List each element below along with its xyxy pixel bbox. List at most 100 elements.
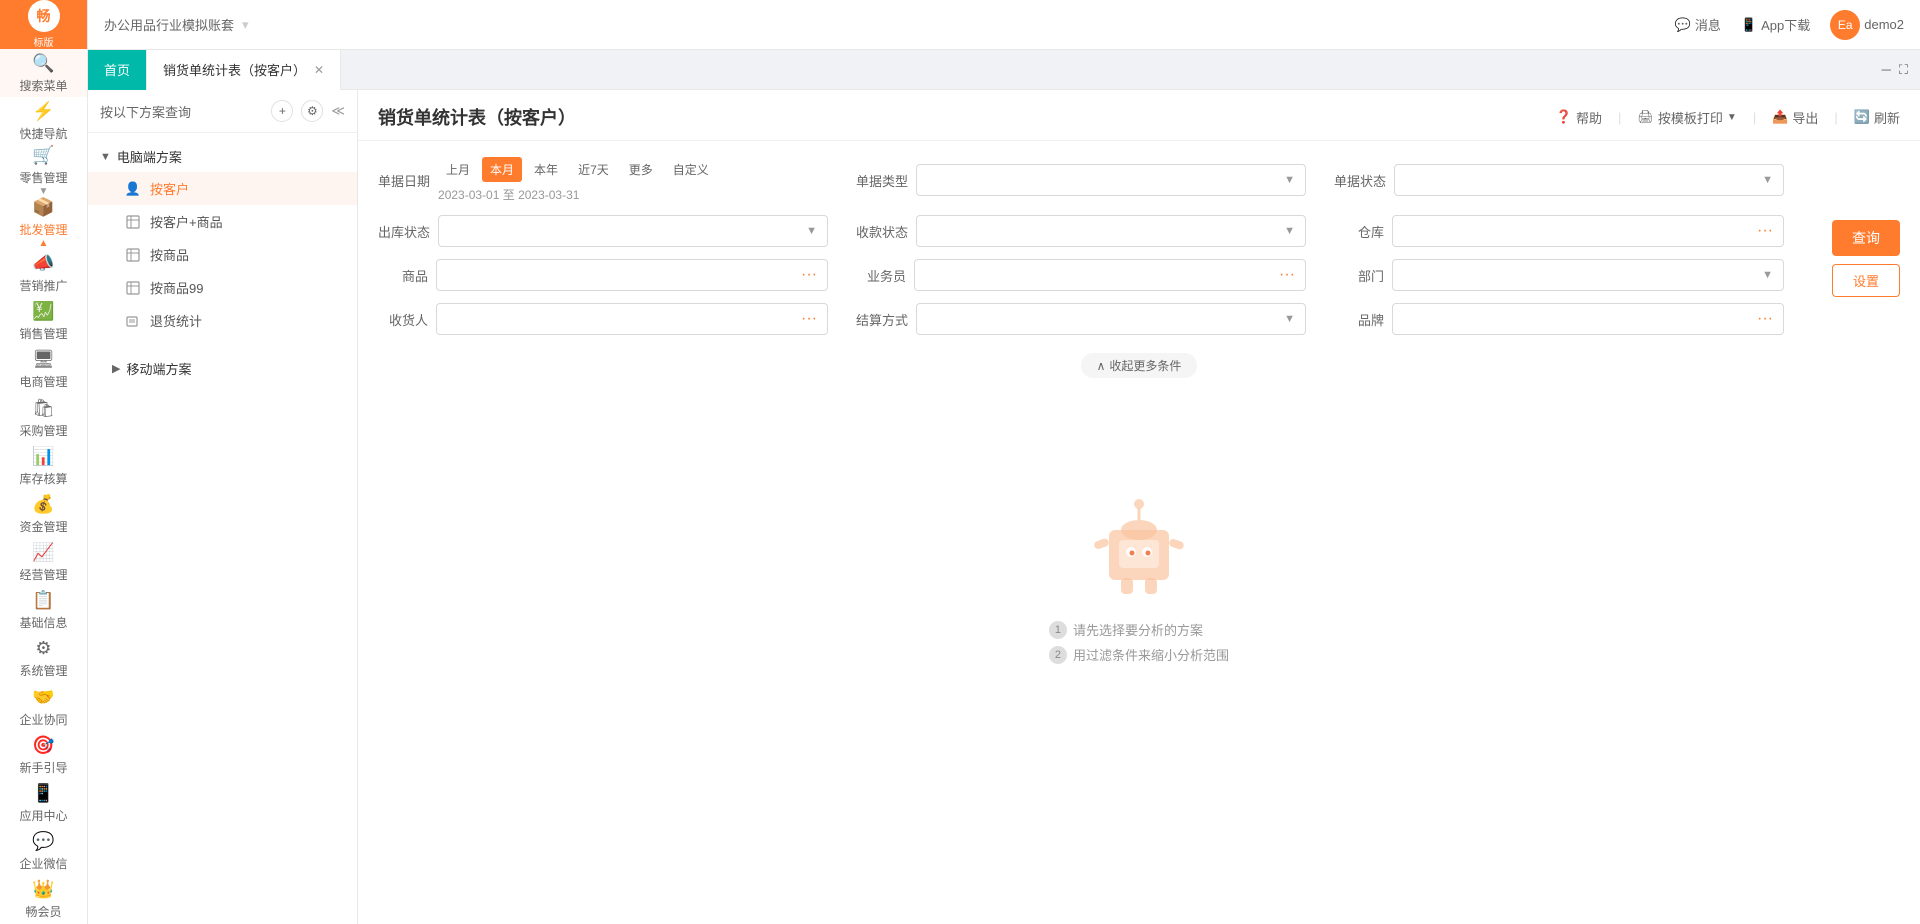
minimize-icon[interactable]: ─: [1882, 62, 1891, 77]
brand-select[interactable]: ···: [1392, 303, 1784, 335]
print-icon: 🖨: [1637, 109, 1654, 125]
goods99-icon: [124, 279, 142, 297]
empty-illustration: [1079, 480, 1199, 600]
collapse-icon: ≪: [331, 103, 345, 118]
tab-home-label: 首页: [104, 60, 130, 79]
payment-status-select[interactable]: ▼: [916, 215, 1306, 247]
date-tab-current-year[interactable]: 本年: [526, 157, 566, 182]
mobile-group-header[interactable]: ▶ 移动端方案: [88, 353, 357, 384]
settings-scheme-button[interactable]: ⚙: [301, 100, 323, 122]
return-stats-icon: [124, 312, 142, 330]
date-tab-7days[interactable]: 近7天: [570, 157, 617, 182]
scheme-by-customer[interactable]: 👤 按客户: [88, 172, 357, 205]
avatar-text: Ea: [1838, 18, 1853, 32]
doc-status-select[interactable]: ▼: [1394, 164, 1784, 196]
sidebar-item-inventory[interactable]: 📊 库存核算: [0, 442, 87, 490]
app-center-icon: 📱: [32, 783, 54, 804]
out-status-arrow-icon: ▼: [806, 225, 817, 237]
sidebar-item-search[interactable]: 🔍 搜索菜单: [0, 49, 87, 97]
sidebar-item-label: 应用中心: [19, 807, 67, 824]
group-arrow-icon: ▼: [100, 151, 111, 163]
operations-icon: 📈: [32, 542, 54, 563]
sidebar-item-wholesale[interactable]: 📦 批发管理 ▲: [0, 197, 87, 249]
scheme-by-goods-99[interactable]: 按商品99: [88, 271, 357, 304]
help-button[interactable]: ❓ 帮助: [1556, 108, 1602, 127]
scheme-by-goods[interactable]: 按商品: [88, 238, 357, 271]
sidebar-item-label: 营销推广: [19, 277, 67, 294]
maximize-icon[interactable]: ⛶: [1899, 62, 1908, 78]
department-select[interactable]: ▼: [1392, 259, 1784, 291]
tab-sales-stats-label: 销货单统计表（按客户）: [163, 60, 306, 79]
sidebar-item-purchase[interactable]: 🛍 采购管理: [0, 394, 87, 442]
help-label: 帮助: [1576, 108, 1602, 127]
left-panel-title: 按以下方案查询: [100, 102, 191, 121]
refresh-button[interactable]: 🔄 刷新: [1854, 108, 1900, 127]
salesperson-select[interactable]: ···: [914, 259, 1306, 291]
add-scheme-button[interactable]: +: [271, 100, 293, 122]
collapse-panel-button[interactable]: ≪: [331, 103, 345, 119]
collapse-more-button[interactable]: ∧ 收起更多条件: [1081, 353, 1198, 378]
sidebar-item-system[interactable]: ⚙ 系统管理: [0, 635, 87, 683]
warehouse-select[interactable]: ···: [1392, 215, 1784, 247]
payment-status-filter-cell: 收款状态 ▼: [856, 215, 1322, 247]
sidebar-item-marketing[interactable]: 📣 营销推广: [0, 249, 87, 297]
divider: |: [1618, 110, 1621, 125]
sidebar-item-ecommerce[interactable]: 🖥 电商管理: [0, 346, 87, 394]
mobile-group-arrow-icon: ▶: [112, 362, 120, 375]
sidebar-item-retail[interactable]: 🛒 零售管理 ▼: [0, 145, 87, 197]
sidebar-item-operations[interactable]: 📈 经营管理: [0, 539, 87, 587]
breadcrumb-arrow: ▾: [242, 17, 249, 33]
sidebar-item-newbie[interactable]: 🎯 新手引导: [0, 731, 87, 779]
newbie-icon: 🎯: [32, 735, 54, 756]
sidebar-item-finance[interactable]: 💰 资金管理: [0, 490, 87, 538]
sidebar-item-enterprise[interactable]: 🤝 企业协同: [0, 683, 87, 731]
date-tab-current-month[interactable]: 本月: [482, 157, 522, 182]
doc-type-select[interactable]: ▼: [916, 164, 1306, 196]
app-logo: 畅 标版: [0, 0, 87, 49]
scheme-return-stats[interactable]: 退货统计: [88, 304, 357, 337]
date-filter-control: 上月 本月 本年 近7天 更多 自定义 2023-03-01 至 2023-03…: [438, 157, 828, 203]
tab-close-icon[interactable]: ✕: [314, 63, 324, 77]
print-button[interactable]: 🖨 按模板打印 ▼: [1637, 108, 1736, 127]
payment-status-label: 收款状态: [856, 222, 908, 241]
salesperson-label: 业务员: [856, 266, 906, 285]
sidebar-item-member[interactable]: 👑 畅会员: [0, 876, 87, 924]
settings-button[interactable]: 设置: [1832, 264, 1900, 297]
goods-select[interactable]: ···: [436, 259, 828, 291]
date-tab-last-month[interactable]: 上月: [438, 157, 478, 182]
sidebar-item-label: 销售管理: [19, 325, 67, 342]
out-status-label: 出库状态: [378, 222, 430, 241]
chevron-down-icon: ▼: [39, 186, 49, 197]
empty-tip-2: 2 用过滤条件来缩小分析范围: [1049, 645, 1229, 664]
page-title: 销货单统计表（按客户）: [378, 104, 576, 130]
app-download-button[interactable]: 📱 App下载: [1741, 15, 1810, 34]
date-tab-custom[interactable]: 自定义: [665, 157, 717, 182]
tab-home[interactable]: 首页: [88, 50, 147, 90]
query-button[interactable]: 查询: [1832, 220, 1900, 256]
sidebar-item-label: 快捷导航: [19, 125, 67, 142]
customer-icon: 👤: [124, 180, 142, 198]
scheme-by-customer-goods[interactable]: 按客户+商品: [88, 205, 357, 238]
collapse-section: ∧ 收起更多条件: [378, 347, 1900, 384]
department-label: 部门: [1334, 266, 1384, 285]
payment-method-arrow-icon: ▼: [1284, 313, 1295, 325]
desktop-group-header[interactable]: ▼ 电脑端方案: [88, 141, 357, 172]
user-profile[interactable]: Ea demo2: [1830, 10, 1904, 40]
sidebar-item-sales[interactable]: 💹 销售管理: [0, 298, 87, 346]
tab-sales-stats[interactable]: 销货单统计表（按客户） ✕: [147, 50, 341, 90]
message-button[interactable]: 💬 消息: [1675, 15, 1721, 34]
sidebar-item-label: 搜索菜单: [19, 77, 67, 94]
export-button[interactable]: 📤 导出: [1772, 108, 1818, 127]
sidebar-item-label: 系统管理: [19, 662, 67, 679]
sidebar-item-basics[interactable]: 📋 基础信息: [0, 587, 87, 635]
sidebar-item-wechat[interactable]: 💬 企业微信: [0, 828, 87, 876]
sidebar-item-shortcuts[interactable]: ⚡ 快捷导航: [0, 97, 87, 145]
finance-icon: 💰: [32, 494, 54, 515]
goods-icon: [124, 246, 142, 264]
sidebar-item-app-center[interactable]: 📱 应用中心: [0, 779, 87, 827]
recipient-select[interactable]: ···: [436, 303, 828, 335]
date-tab-more[interactable]: 更多: [621, 157, 661, 182]
out-status-select[interactable]: ▼: [438, 215, 828, 247]
payment-status-arrow-icon: ▼: [1284, 225, 1295, 237]
payment-method-select[interactable]: ▼: [916, 303, 1306, 335]
